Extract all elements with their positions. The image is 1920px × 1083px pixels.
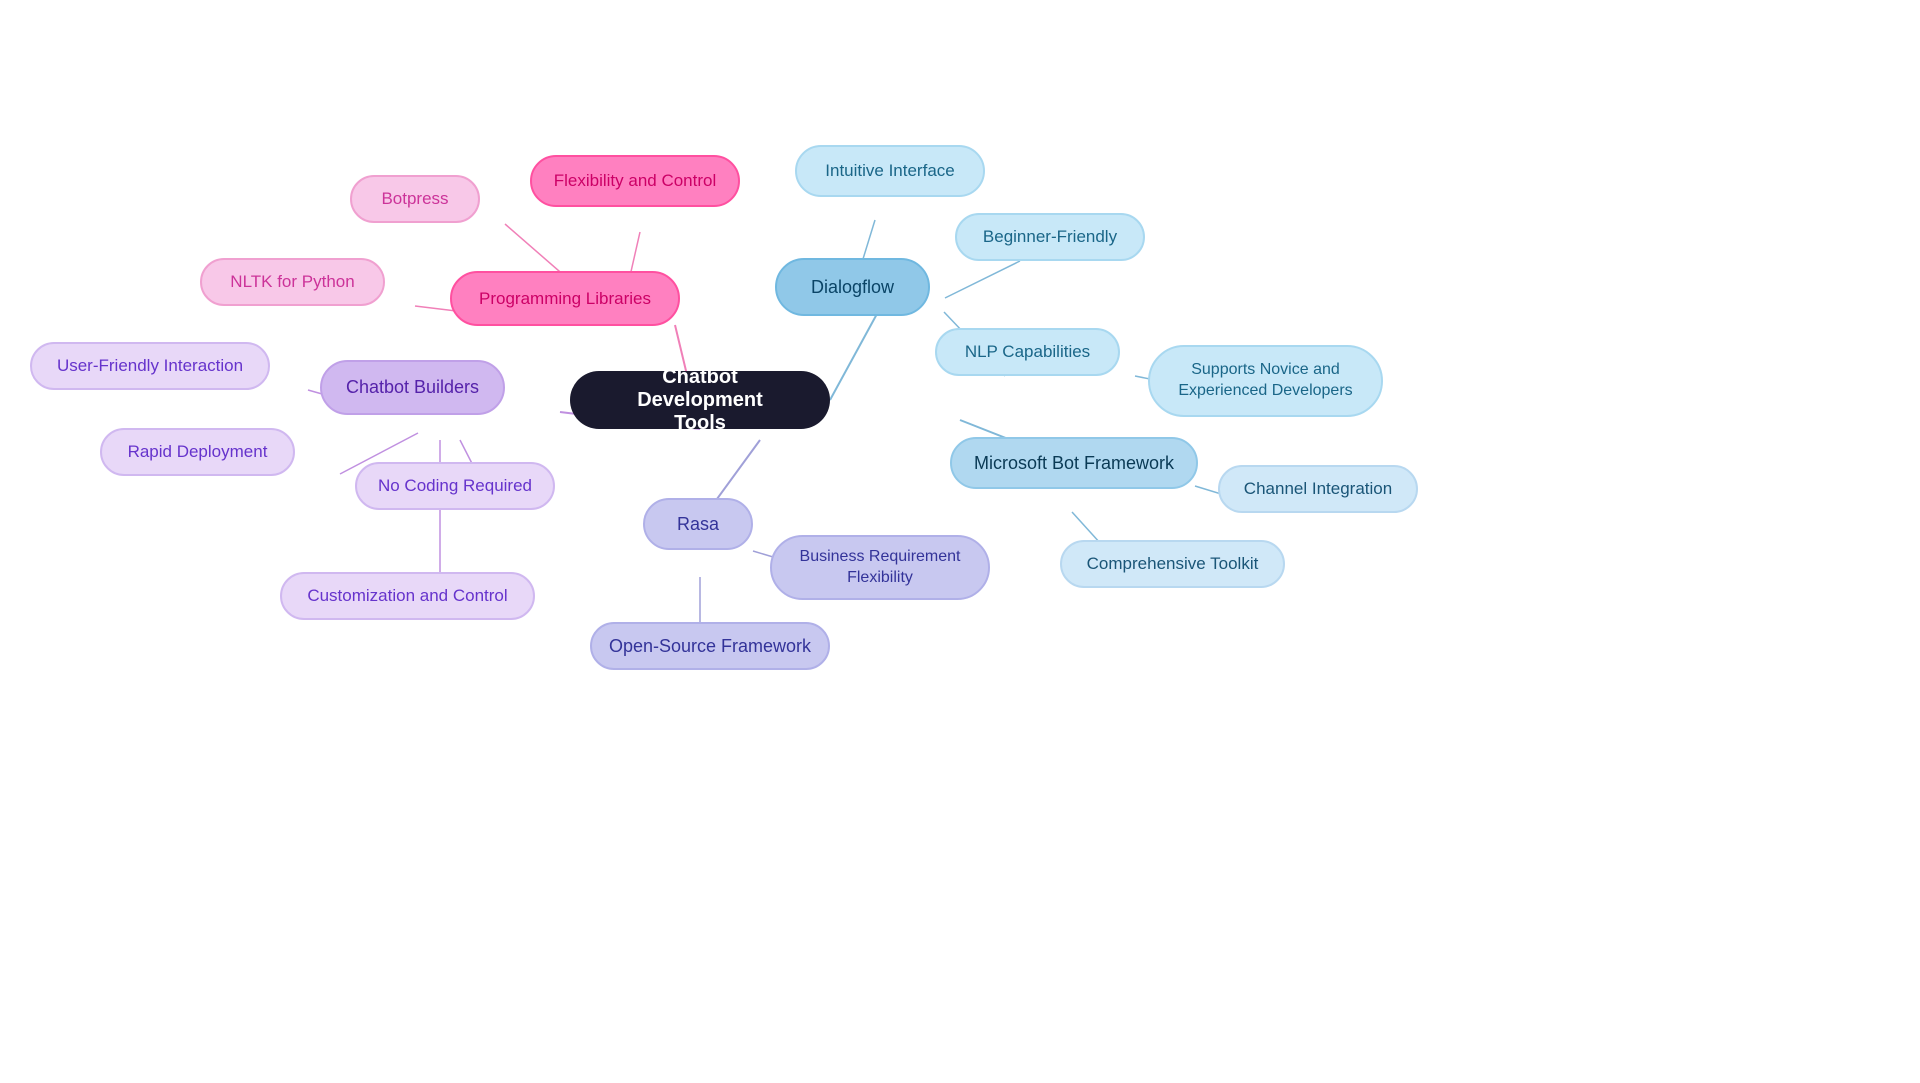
supports-novice-label: Supports Novice and Experienced Develope… [1150, 360, 1381, 402]
user-friendly-node: User-Friendly Interaction [30, 342, 270, 390]
open-source-node: Open-Source Framework [590, 622, 830, 670]
beginner-friendly-node: Beginner-Friendly [955, 213, 1145, 261]
botpress-node: Botpress [350, 175, 480, 223]
intuitive-interface-node: Intuitive Interface [795, 145, 985, 197]
no-coding-node: No Coding Required [355, 462, 555, 510]
comprehensive-toolkit-node: Comprehensive Toolkit [1060, 540, 1285, 588]
microsoft-bot-node: Microsoft Bot Framework [950, 437, 1198, 489]
flexibility-control-node: Flexibility and Control [530, 155, 740, 207]
business-requirement-label: Business Requirement Flexibility [772, 547, 988, 589]
rapid-deployment-node: Rapid Deployment [100, 428, 295, 476]
programming-libraries-node: Programming Libraries [450, 271, 680, 326]
nlp-capabilities-node: NLP Capabilities [935, 328, 1120, 376]
supports-novice-node: Supports Novice and Experienced Develope… [1148, 345, 1383, 417]
rasa-node: Rasa [643, 498, 753, 550]
center-node: Chatbot Development Tools [570, 371, 830, 429]
customization-node: Customization and Control [280, 572, 535, 620]
chatbot-builders-node: Chatbot Builders [320, 360, 505, 415]
nltk-python-node: NLTK for Python [200, 258, 385, 306]
business-requirement-node: Business Requirement Flexibility [770, 535, 990, 600]
dialogflow-node: Dialogflow [775, 258, 930, 316]
channel-integration-node: Channel Integration [1218, 465, 1418, 513]
